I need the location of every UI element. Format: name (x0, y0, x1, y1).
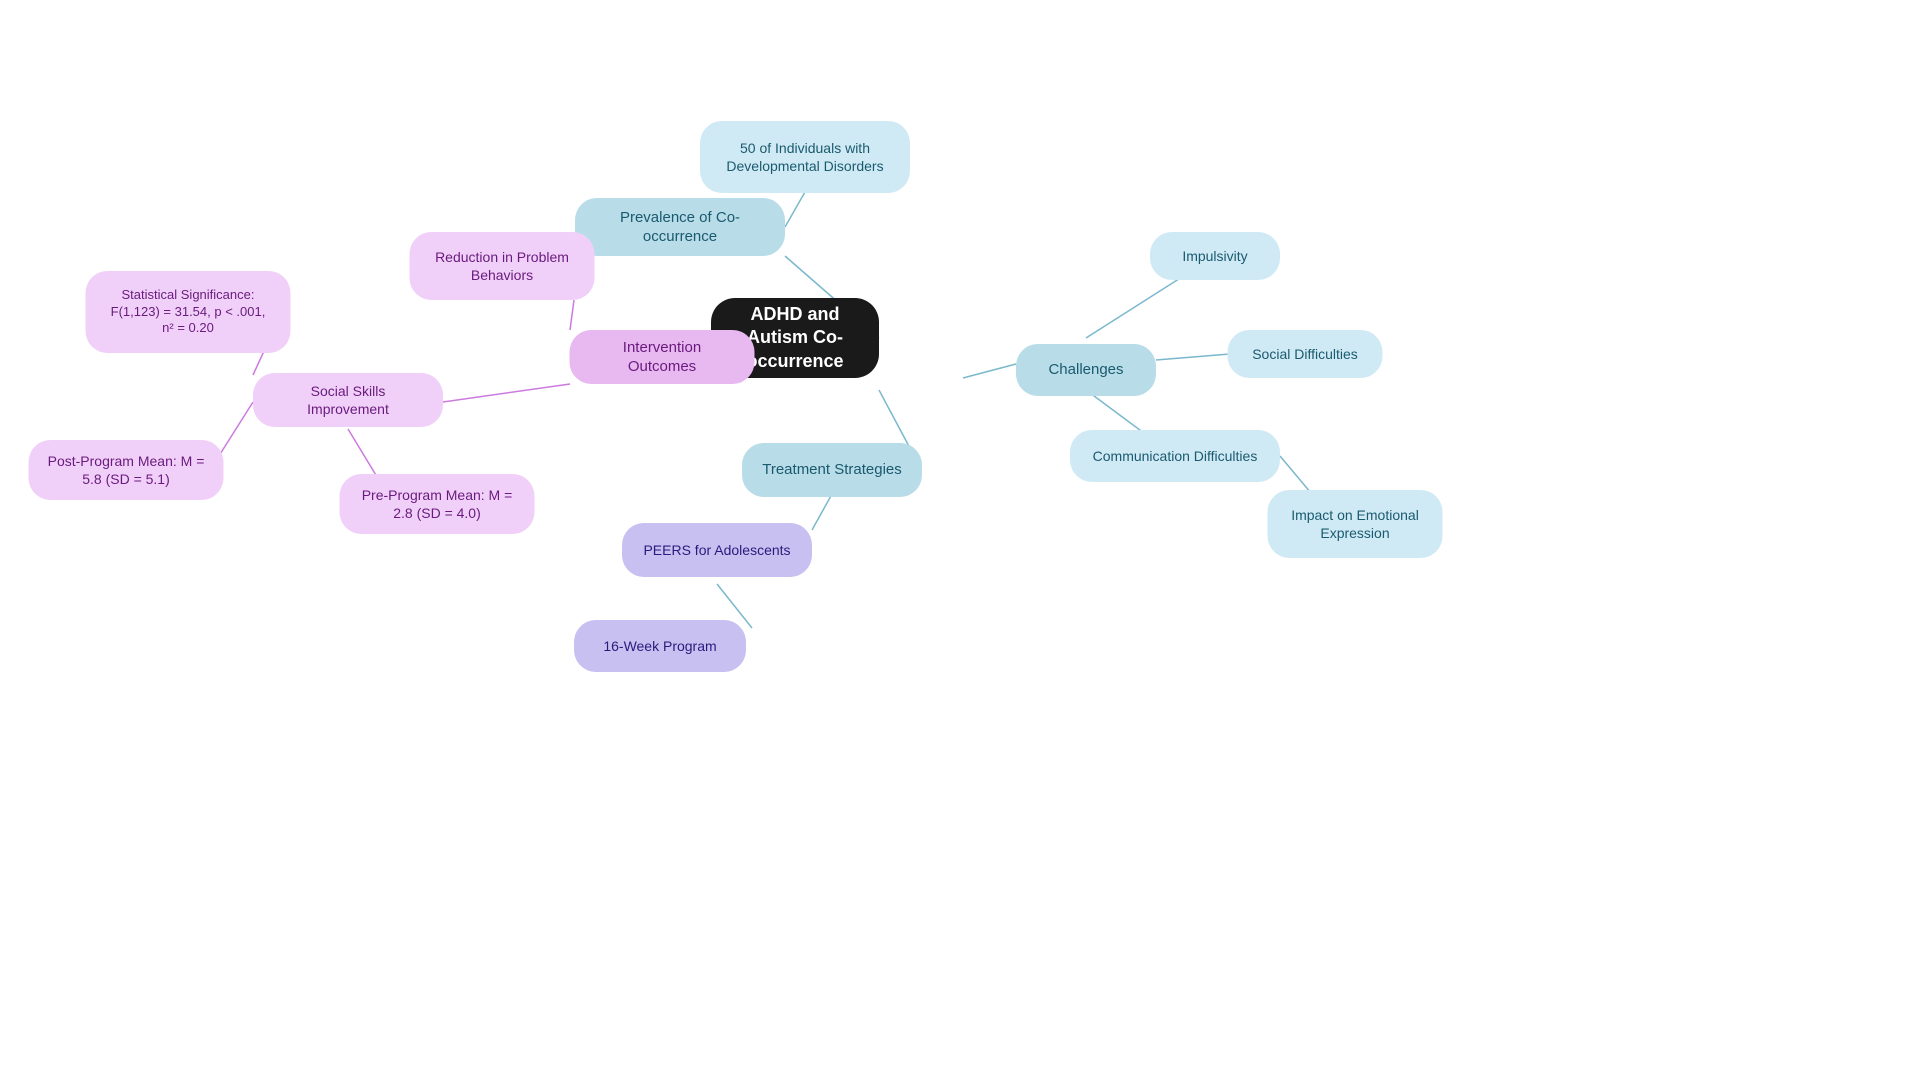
challenges-node: Challenges (1016, 344, 1156, 396)
post-program-node: Post-Program Mean: M = 5.8 (SD = 5.1) (29, 440, 224, 500)
reduction-problem-node: Reduction in Problem Behaviors (410, 232, 595, 300)
fifty-individuals-node: 50 of Individuals with Developmental Dis… (700, 121, 910, 193)
peers-adolescents-node: PEERS for Adolescents (622, 523, 812, 577)
communication-difficulties-node: Communication Difficulties (1070, 430, 1280, 482)
social-skills-node: Social Skills Improvement (253, 373, 443, 427)
impulsivity-node: Impulsivity (1150, 232, 1280, 280)
prevalence-node: Prevalence of Co-occurrence (575, 198, 785, 256)
treatment-strategies-node: Treatment Strategies (742, 443, 922, 497)
intervention-outcomes-node: Intervention Outcomes (570, 330, 755, 384)
sixteen-week-node: 16-Week Program (574, 620, 746, 672)
social-difficulties-node: Social Difficulties (1228, 330, 1383, 378)
pre-program-node: Pre-Program Mean: M = 2.8 (SD = 4.0) (340, 474, 535, 534)
statistical-significance-node: Statistical Significance: F(1,123) = 31.… (86, 271, 291, 353)
impact-emotional-node: Impact on Emotional Expression (1268, 490, 1443, 558)
